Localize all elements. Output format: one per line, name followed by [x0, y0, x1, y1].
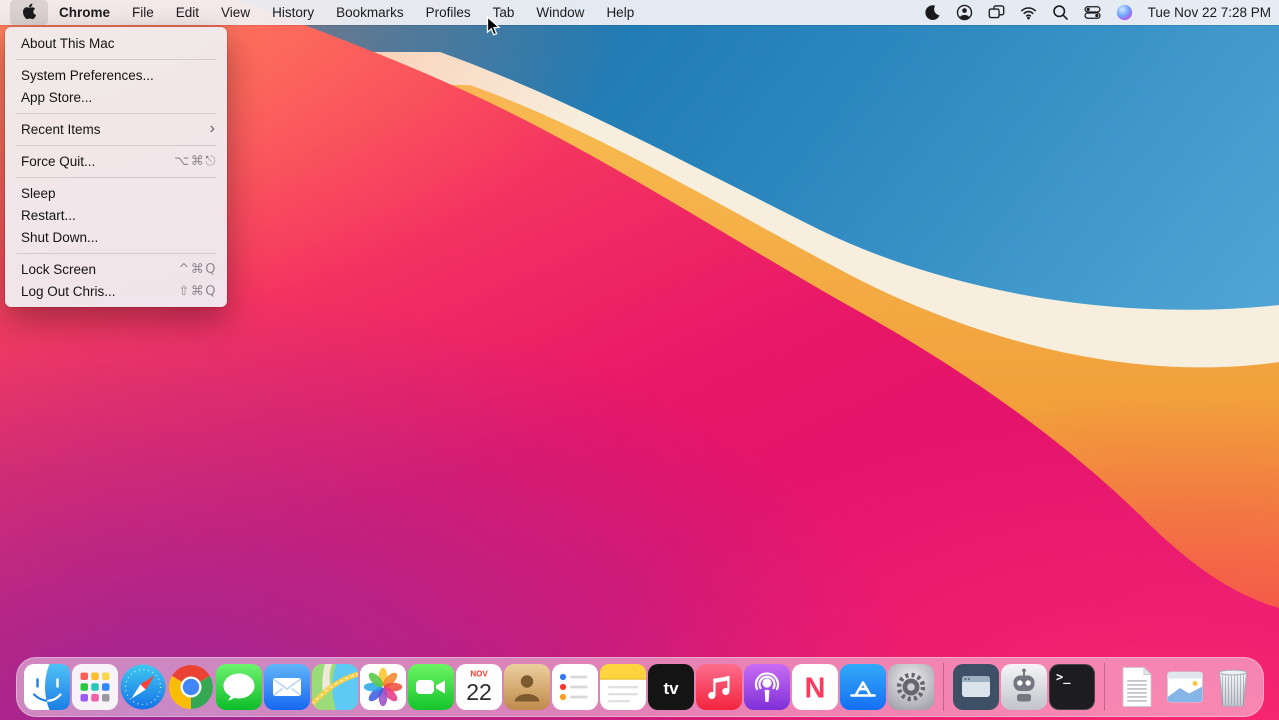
desktop: Chrome FileEditViewHistoryBookmarksProfi… — [0, 0, 1279, 720]
menu-item-shortcut: ⌥⌘⎋ — [174, 154, 217, 169]
dock-appstore-icon[interactable] — [840, 664, 886, 710]
menu-item-label: Log Out Chris... — [21, 284, 178, 299]
dock-news-icon[interactable]: N — [792, 664, 838, 710]
app-menus: FileEditViewHistoryBookmarksProfilesTabW… — [121, 0, 645, 25]
menu-window[interactable]: Window — [525, 0, 595, 25]
dock-notes-icon[interactable] — [600, 664, 646, 710]
menu-item-label: Shut Down... — [21, 230, 217, 245]
menu-item-recent-items[interactable]: Recent Items› — [5, 118, 227, 140]
dock-trash-icon[interactable] — [1210, 664, 1256, 710]
menu-item-label: Recent Items — [21, 122, 210, 137]
menu-item-label: Force Quit... — [21, 154, 174, 169]
apple-menu-button[interactable] — [10, 0, 48, 25]
dock-app-robot-icon[interactable] — [1001, 664, 1047, 710]
spotlight-search-icon[interactable] — [1052, 4, 1069, 21]
menu-item-label: Restart... — [21, 208, 217, 223]
dock-podcasts-icon[interactable] — [744, 664, 790, 710]
dock-document-icon[interactable] — [1114, 664, 1160, 710]
menu-help[interactable]: Help — [595, 0, 645, 25]
svg-text:N: N — [804, 673, 825, 705]
dock-tv-icon[interactable]: tv — [648, 664, 694, 710]
menu-edit[interactable]: Edit — [165, 0, 210, 25]
menu-separator — [16, 113, 216, 114]
menu-item-restart[interactable]: Restart... — [5, 204, 227, 226]
menu-bar: Chrome FileEditViewHistoryBookmarksProfi… — [0, 0, 1279, 25]
menu-item-shortcut: ^⌘Q — [178, 262, 217, 277]
dock-calendar-icon[interactable]: NOV22 — [456, 664, 502, 710]
menu-item-label: About This Mac — [21, 36, 217, 51]
menu-item-shortcut: ⇧⌘Q — [178, 284, 217, 299]
svg-text:tv: tv — [663, 679, 679, 698]
dock-contacts-icon[interactable] — [504, 664, 550, 710]
dock-system-preferences-icon[interactable] — [888, 664, 934, 710]
menu-item-force-quit[interactable]: Force Quit...⌥⌘⎋ — [5, 150, 227, 172]
dock-music-icon[interactable] — [696, 664, 742, 710]
svg-text:>_: >_ — [1056, 670, 1071, 685]
menu-history[interactable]: History — [261, 0, 325, 25]
dock-mail-icon[interactable] — [264, 664, 310, 710]
dock-photos-icon[interactable] — [360, 664, 406, 710]
menu-item-label: Sleep — [21, 186, 217, 201]
menu-item-shut-down[interactable]: Shut Down... — [5, 226, 227, 248]
menu-separator — [16, 253, 216, 254]
menu-separator — [16, 59, 216, 60]
menu-separator — [16, 145, 216, 146]
menu-item-app-store[interactable]: App Store... — [5, 86, 227, 108]
menu-view[interactable]: View — [210, 0, 261, 25]
status-area: Tue Nov 22 7:28 PM — [924, 4, 1271, 21]
menu-item-label: Lock Screen — [21, 262, 178, 277]
menu-item-label: App Store... — [21, 90, 217, 105]
dock-messages-icon[interactable] — [216, 664, 262, 710]
submenu-chevron-icon: › — [210, 121, 215, 137]
dock-separator — [943, 663, 944, 711]
dock-app-window-icon[interactable] — [953, 664, 999, 710]
active-app-name[interactable]: Chrome — [48, 0, 121, 25]
focus-moon-icon[interactable] — [924, 4, 941, 21]
siri-icon[interactable] — [1116, 4, 1133, 21]
menu-item-lock-screen[interactable]: Lock Screen^⌘Q — [5, 258, 227, 280]
status-icons — [924, 4, 1133, 21]
user-account-icon[interactable] — [956, 4, 973, 21]
window-mirroring-icon[interactable] — [988, 4, 1005, 21]
dock-separator — [1104, 663, 1105, 711]
svg-text:22: 22 — [466, 679, 492, 705]
dock-launchpad-icon[interactable] — [72, 664, 118, 710]
menu-item-about-this-mac[interactable]: About This Mac — [5, 32, 227, 54]
menu-file[interactable]: File — [121, 0, 165, 25]
dock-facetime-icon[interactable] — [408, 664, 454, 710]
dock-files-stack-icon[interactable] — [1162, 664, 1208, 710]
dock-maps-icon[interactable] — [312, 664, 358, 710]
menu-separator — [16, 177, 216, 178]
dock-safari-icon[interactable] — [120, 664, 166, 710]
control-center-icon[interactable] — [1084, 4, 1101, 21]
menu-item-sleep[interactable]: Sleep — [5, 182, 227, 204]
svg-text:NOV: NOV — [470, 670, 488, 679]
menu-item-system-preferences[interactable]: System Preferences... — [5, 64, 227, 86]
menu-profiles[interactable]: Profiles — [415, 0, 482, 25]
mouse-cursor — [486, 16, 502, 38]
apple-logo-icon — [22, 3, 36, 23]
dock-reminders-icon[interactable] — [552, 664, 598, 710]
dock-terminal-icon[interactable]: >_ — [1049, 664, 1095, 710]
menu-bookmarks[interactable]: Bookmarks — [325, 0, 415, 25]
apple-menu-dropdown: About This Mac System Preferences... App S… — [5, 27, 227, 307]
dock: NOV22 tv N >_ — [16, 657, 1264, 717]
wifi-icon[interactable] — [1020, 4, 1037, 21]
menu-bar-clock[interactable]: Tue Nov 22 7:28 PM — [1148, 5, 1271, 20]
dock-chrome-icon[interactable] — [168, 664, 214, 710]
dock-finder-icon[interactable] — [24, 664, 70, 710]
menu-item-label: System Preferences... — [21, 68, 217, 83]
menu-item-log-out-chris[interactable]: Log Out Chris...⇧⌘Q — [5, 280, 227, 302]
menu-bar-left: Chrome FileEditViewHistoryBookmarksProfi… — [10, 0, 645, 25]
